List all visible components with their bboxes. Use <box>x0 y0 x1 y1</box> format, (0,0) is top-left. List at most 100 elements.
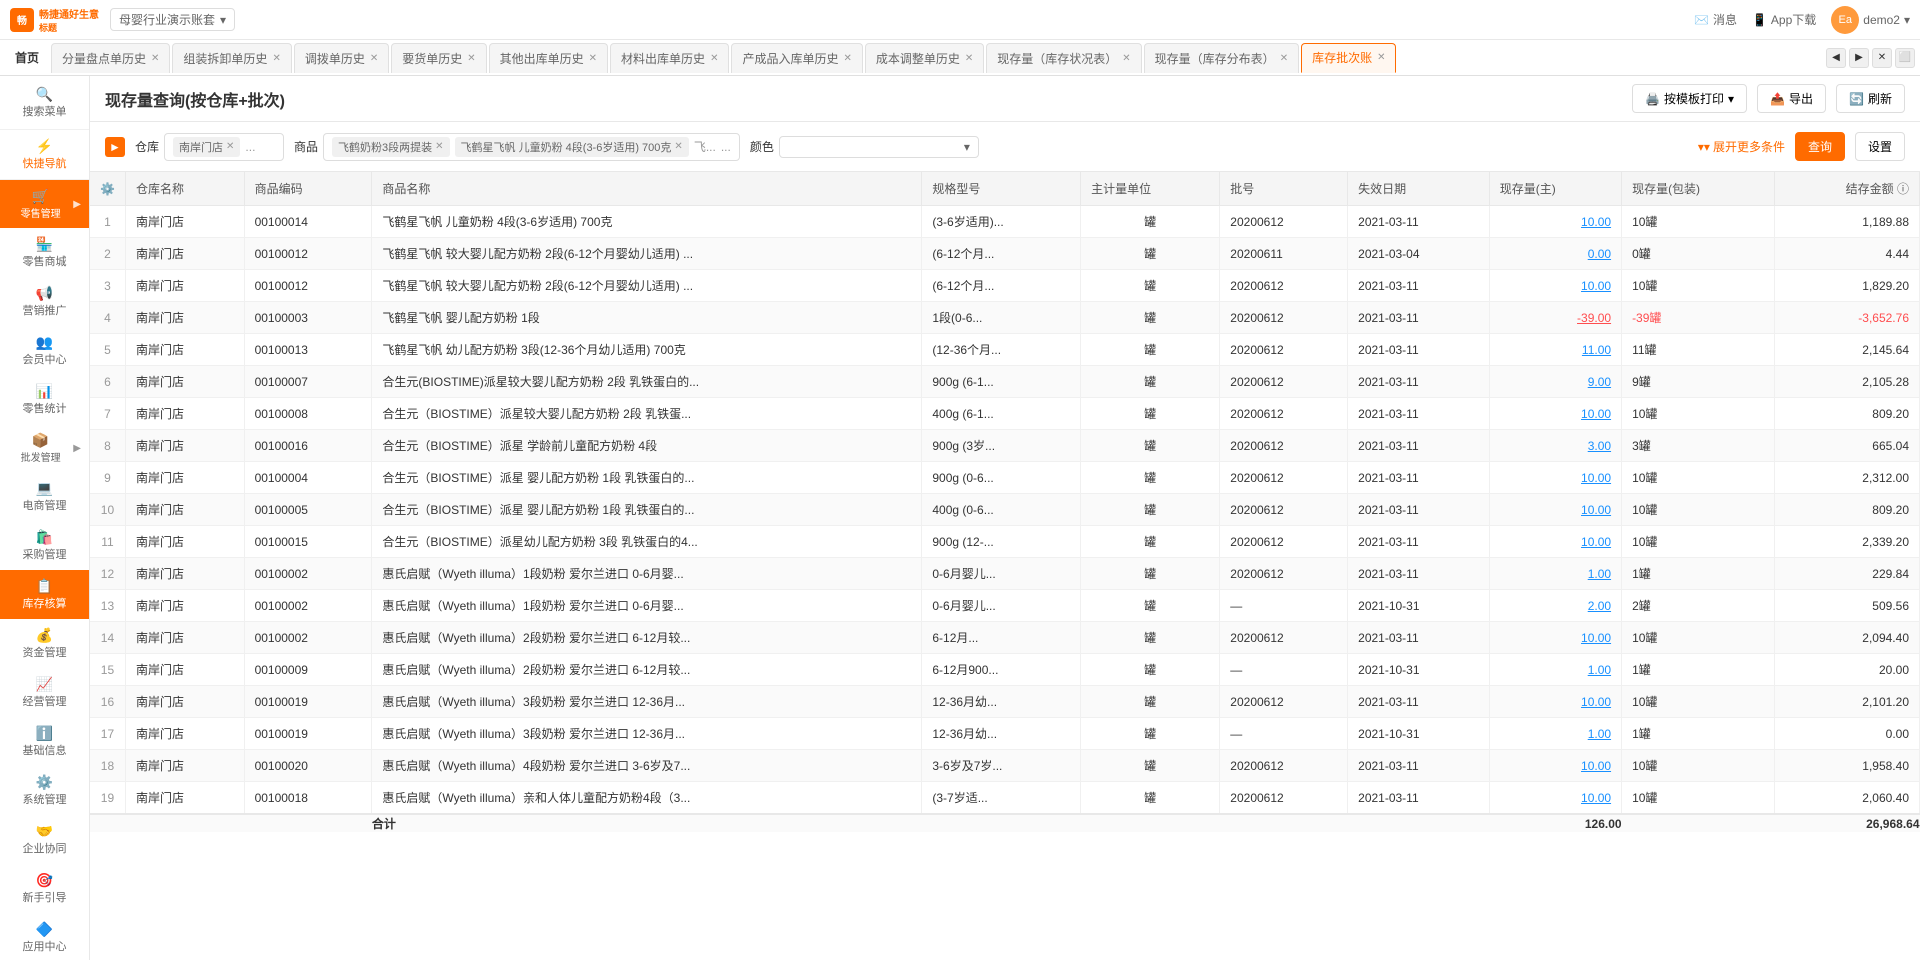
tab-5-close[interactable]: ✕ <box>589 53 597 64</box>
tab-home[interactable]: 首页 <box>5 43 49 73</box>
breadcrumb-text: 母婴行业演示账套 <box>119 11 215 28</box>
tab-2-close[interactable]: ✕ <box>272 53 280 64</box>
tab-11[interactable]: 库存批次账 ✕ <box>1301 43 1396 73</box>
cell-qty-main: 1.00 <box>1489 558 1621 590</box>
tab-6[interactable]: 材料出库单历史 ✕ <box>610 43 729 73</box>
qty-main-link[interactable]: 10.00 <box>1581 631 1611 645</box>
qty-main-link[interactable]: 10.00 <box>1581 695 1611 709</box>
tab-4[interactable]: 要货单历史 ✕ <box>391 43 486 73</box>
sidebar-item-ecommerce[interactable]: 💻 电商管理 <box>0 472 89 521</box>
sidebar-item-retail-mall[interactable]: 🏪 零售商城 <box>0 228 89 277</box>
qty-main-link[interactable]: 0.00 <box>1588 247 1611 261</box>
qty-main-link[interactable]: 1.00 <box>1588 727 1611 741</box>
sidebar-item-purchase[interactable]: 🛍️ 采购管理 <box>0 521 89 570</box>
user-profile[interactable]: Ea demo2 ▾ <box>1831 6 1910 34</box>
tab-4-close[interactable]: ✕ <box>467 53 475 64</box>
message-button[interactable]: ✉️ 消息 <box>1694 11 1737 28</box>
cell-expiry: 2021-03-11 <box>1348 686 1490 718</box>
tab-close-all[interactable]: ✕ <box>1872 48 1892 68</box>
cell-qty-main: 10.00 <box>1489 622 1621 654</box>
cell-qty-pkg: 10罐 <box>1622 494 1775 526</box>
sidebar-search[interactable]: 🔍 搜索菜单 <box>0 76 89 130</box>
sidebar-item-retail-mgmt[interactable]: 🛒 零售管理 ▶ <box>0 180 89 228</box>
qty-main-link[interactable]: 3.00 <box>1588 439 1611 453</box>
tab-6-close[interactable]: ✕ <box>710 53 718 64</box>
tab-5[interactable]: 其他出库单历史 ✕ <box>489 43 608 73</box>
qty-main-link[interactable]: 10.00 <box>1581 407 1611 421</box>
qty-main-link[interactable]: 10.00 <box>1581 279 1611 293</box>
qty-main-link[interactable]: 10.00 <box>1581 471 1611 485</box>
warehouse-tag-container[interactable]: 南岸门店 ✕ ... <box>164 133 284 161</box>
product-tag-2-remove[interactable]: ✕ <box>674 141 682 152</box>
qty-main-link[interactable]: 11.00 <box>1582 343 1611 357</box>
tab-3[interactable]: 调拨单历史 ✕ <box>294 43 389 73</box>
qty-main-link[interactable]: 1.00 <box>1588 567 1611 581</box>
tab-8[interactable]: 成本调整单历史 ✕ <box>865 43 984 73</box>
sidebar-item-finance[interactable]: 💰 资金管理 <box>0 619 89 668</box>
qty-main-link[interactable]: -39.00 <box>1577 311 1611 325</box>
cell-warehouse: 南岸门店 <box>125 654 244 686</box>
sidebar-item-app-center[interactable]: 🔷 应用中心 <box>0 913 89 960</box>
tab-2[interactable]: 组装拆卸单历史 ✕ <box>172 43 291 73</box>
sidebar-item-operations[interactable]: 📈 经营管理 <box>0 668 89 717</box>
color-filter-container[interactable]: ▾ <box>779 136 979 158</box>
app-download-button[interactable]: 📱 App下载 <box>1752 11 1816 28</box>
tab-7-close[interactable]: ✕ <box>843 53 851 64</box>
breadcrumb-selector[interactable]: 母婴行业演示账套 ▾ <box>110 8 235 31</box>
tab-10-close[interactable]: ✕ <box>1280 53 1288 64</box>
tab-1-close[interactable]: ✕ <box>151 53 159 64</box>
qty-main-link[interactable]: 10.00 <box>1581 535 1611 549</box>
sidebar-item-member[interactable]: 👥 会员中心 <box>0 326 89 375</box>
qty-main-link[interactable]: 2.00 <box>1588 599 1611 613</box>
sidebar-quick-nav[interactable]: ⚡ 快捷导航 <box>0 130 89 180</box>
qty-main-link[interactable]: 1.00 <box>1588 663 1611 677</box>
filter-bar: ► 仓库 南岸门店 ✕ ... 商品 飞鹤奶粉3段两提装 ✕ <box>90 122 1920 172</box>
cell-qty-main: 10.00 <box>1489 494 1621 526</box>
qty-main-link[interactable]: 10.00 <box>1581 503 1611 517</box>
filter-expand-btn[interactable]: ► <box>105 137 125 157</box>
cell-name: 惠氏启赋（Wyeth illuma）2段奶粉 爱尔兰进口 6-12月较... <box>372 622 922 654</box>
tab-3-close[interactable]: ✕ <box>370 53 378 64</box>
sidebar-item-wholesale[interactable]: 📦 批发管理 ▶ <box>0 424 89 472</box>
tab-9[interactable]: 现存量（库存状况表） ✕ <box>986 43 1141 73</box>
tab-8-close[interactable]: ✕ <box>965 53 973 64</box>
sidebar-item-collab[interactable]: 🤝 企业协同 <box>0 815 89 864</box>
query-button[interactable]: 查询 <box>1795 132 1845 161</box>
tab-7[interactable]: 产成品入库单历史 ✕ <box>731 43 862 73</box>
qty-main-link[interactable]: 10.00 <box>1581 215 1611 229</box>
sidebar-item-inventory[interactable]: 📋 库存核算 <box>0 570 89 619</box>
settings-button[interactable]: 设置 <box>1855 132 1905 161</box>
cell-expiry: 2021-03-11 <box>1348 494 1490 526</box>
tab-10[interactable]: 现存量（库存分布表） ✕ <box>1144 43 1299 73</box>
expand-conditions[interactable]: ▾▾ 展开更多条件 <box>1698 138 1785 155</box>
tab-maximize[interactable]: ⬜ <box>1895 48 1915 68</box>
sidebar-item-guide[interactable]: 🎯 新手引导 <box>0 864 89 913</box>
product-tag-container[interactable]: 飞鹤奶粉3段两提装 ✕ 飞鹤星飞帆 儿童奶粉 4段(3-6岁适用) 700克 ✕… <box>323 133 740 161</box>
qty-main-link[interactable]: 9.00 <box>1588 375 1611 389</box>
tab-11-close[interactable]: ✕ <box>1377 52 1385 63</box>
product-tag-1-remove[interactable]: ✕ <box>435 141 443 152</box>
sidebar-item-system[interactable]: ⚙️ 系统管理 <box>0 766 89 815</box>
sidebar-item-basic-info[interactable]: ℹ️ 基础信息 <box>0 717 89 766</box>
tab-bar: 首页 分量盘点单历史 ✕ 组装拆卸单历史 ✕ 调拨单历史 ✕ 要货单历史 ✕ 其… <box>0 40 1920 76</box>
col-unit: 主计量单位 <box>1081 172 1220 206</box>
print-button[interactable]: 🖨️ 按模板打印 ▾ <box>1632 84 1747 113</box>
tab-next-arrow[interactable]: ▶ <box>1849 48 1869 68</box>
sidebar-item-retail-stats[interactable]: 📊 零售统计 <box>0 375 89 424</box>
tab-9-close[interactable]: ✕ <box>1122 53 1130 64</box>
table-row: 6 南岸门店 00100007 合生元(BIOSTIME)派星较大婴儿配方奶粉 … <box>90 366 1920 398</box>
cell-warehouse: 南岸门店 <box>125 334 244 366</box>
warehouse-tag-remove[interactable]: ✕ <box>226 141 234 152</box>
refresh-label: 刷新 <box>1868 90 1892 107</box>
refresh-button[interactable]: 🔄 刷新 <box>1836 84 1905 113</box>
cell-qty-pkg: 9罐 <box>1622 366 1775 398</box>
cell-batch: 20200612 <box>1220 398 1348 430</box>
download-icon: 📱 <box>1752 13 1767 27</box>
tab-1[interactable]: 分量盘点单历史 ✕ <box>51 43 170 73</box>
tab-prev-arrow[interactable]: ◀ <box>1826 48 1846 68</box>
qty-main-link[interactable]: 10.00 <box>1581 791 1611 805</box>
export-button[interactable]: 📤 导出 <box>1757 84 1826 113</box>
qty-main-link[interactable]: 10.00 <box>1581 759 1611 773</box>
cell-amount: 2,101.20 <box>1775 686 1920 718</box>
sidebar-item-marketing[interactable]: 📢 营销推广 <box>0 277 89 326</box>
